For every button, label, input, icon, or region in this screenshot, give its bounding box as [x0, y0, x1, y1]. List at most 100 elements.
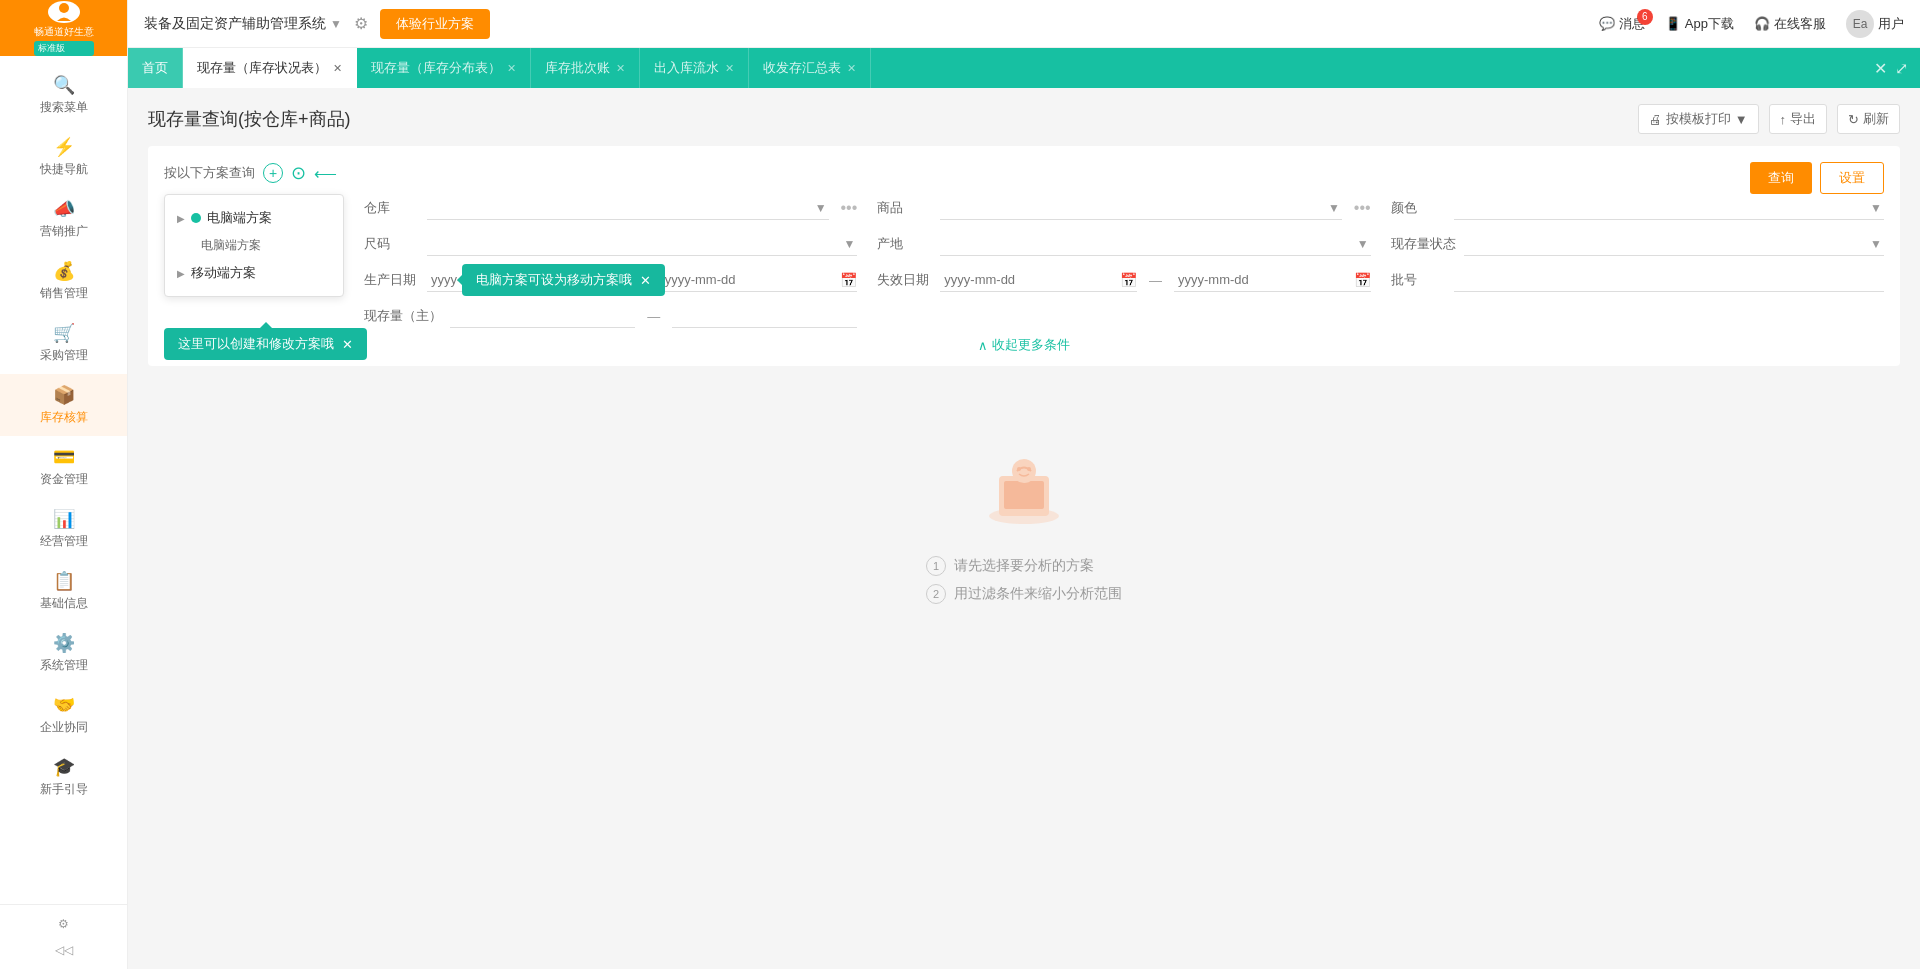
online-support-btn[interactable]: 🎧 在线客服 [1754, 15, 1826, 33]
empty-step-1: 1 请先选择要分析的方案 [926, 556, 1122, 576]
empty-step-2: 2 用过滤条件来缩小分析范围 [926, 584, 1122, 604]
produce-date-end-input[interactable] [661, 268, 841, 291]
page-header: 现存量查询(按仓库+商品) 🖨 按模板打印 ▼ ↑ 导出 ↻ 刷新 [148, 104, 1900, 134]
expire-date-start-input[interactable] [940, 268, 1120, 291]
filter-top-btns: 查询 设置 [1750, 162, 1884, 194]
cart-icon: 🛒 [53, 322, 75, 344]
tab-inout-flow[interactable]: 出入库流水 ✕ [640, 48, 749, 88]
goods-select[interactable] [940, 196, 1342, 219]
tab-close-icon-5[interactable]: ✕ [847, 62, 856, 75]
calendar-icon-4[interactable]: 📅 [1354, 272, 1371, 288]
tab-close-icon-4[interactable]: ✕ [725, 62, 734, 75]
lightning-icon: ⚡ [53, 136, 75, 158]
calendar-icon-2[interactable]: 📅 [840, 272, 857, 288]
warehouse-dots-icon[interactable]: ••• [841, 199, 858, 217]
message-btn[interactable]: 💬 消息 6 [1599, 15, 1645, 33]
batch-input[interactable] [1454, 268, 1884, 292]
page-header-actions: 🖨 按模板打印 ▼ ↑ 导出 ↻ 刷新 [1638, 104, 1900, 134]
sidebar-settings-btn[interactable]: ⚙ [58, 917, 69, 931]
add-scheme-btn[interactable]: + [263, 163, 283, 183]
sidebar-item-operation[interactable]: 📊 经营管理 [0, 498, 127, 560]
scheme-mobile[interactable]: ▶ 移动端方案 [165, 258, 343, 288]
sidebar-item-system[interactable]: ⚙️ 系统管理 [0, 622, 127, 684]
goods-select-wrapper[interactable]: ▼ [940, 196, 1342, 220]
money-icon: 💰 [53, 260, 75, 282]
collapse-btn[interactable]: ∧ 收起更多条件 [164, 328, 1884, 358]
origin-label: 产地 [877, 235, 932, 253]
goods-dots-icon[interactable]: ••• [1354, 199, 1371, 217]
tab-close-icon-3[interactable]: ✕ [616, 62, 625, 75]
produce-date-end-wrapper[interactable]: 📅 [661, 268, 858, 292]
sidebar-collapse-btn[interactable]: ◁◁ [55, 943, 73, 957]
page-title: 现存量查询(按仓库+商品) [148, 107, 351, 131]
sidebar-item-search[interactable]: 🔍 搜索菜单 [0, 64, 127, 126]
stock-qty-max-input[interactable] [672, 304, 857, 328]
sidebar-item-basic[interactable]: 📋 基础信息 [0, 560, 127, 622]
tab-receive-summary[interactable]: 收发存汇总表 ✕ [749, 48, 871, 88]
filter-stock-status: 现存量状态 ▼ [1391, 232, 1884, 256]
warehouse-select-wrapper[interactable]: ▼ [427, 196, 829, 220]
tab-inventory-status[interactable]: 现存量（库存状况表） ✕ [183, 48, 357, 88]
refresh-btn[interactable]: ↻ 刷新 [1837, 104, 1900, 134]
color-label: 颜色 [1391, 199, 1446, 217]
color-select[interactable] [1454, 196, 1884, 219]
size-select-wrapper[interactable]: ▼ [427, 232, 857, 256]
expire-date-end-input[interactable] [1174, 268, 1354, 291]
system-title-select[interactable]: 装备及固定资产辅助管理系统 ▼ [144, 15, 342, 33]
filter-goods: 商品 ▼ ••• [877, 196, 1370, 220]
sidebar-item-inventory[interactable]: 📦 库存核算 [0, 374, 127, 436]
tab-close-icon-2[interactable]: ✕ [507, 62, 516, 75]
svg-point-0 [59, 3, 69, 13]
create-tooltip-close[interactable]: ✕ [342, 337, 353, 352]
calendar-icon-3[interactable]: 📅 [1120, 272, 1137, 288]
tab-expand-icon[interactable]: ⤢ [1895, 59, 1908, 78]
svg-point-6 [1027, 467, 1031, 471]
edit-scheme-btn[interactable]: ⊙ [291, 162, 306, 184]
tab-batch-account[interactable]: 库存批次账 ✕ [531, 48, 640, 88]
scheme-arrow-btn[interactable]: ⟵ [314, 164, 337, 183]
origin-select[interactable] [940, 232, 1370, 255]
sidebar-nav: 🔍 搜索菜单 ⚡ 快捷导航 📣 营销推广 💰 销售管理 🛒 采购管理 📦 库存核… [0, 56, 127, 904]
settings-gear-icon[interactable]: ⚙ [354, 14, 368, 33]
filter-warehouse: 仓库 ▼ ••• [364, 196, 857, 220]
expire-date-end-wrapper[interactable]: 📅 [1174, 268, 1371, 292]
warehouse-select[interactable] [427, 196, 829, 219]
origin-select-wrapper[interactable]: ▼ [940, 232, 1370, 256]
sidebar-item-finance[interactable]: 💳 资金管理 [0, 436, 127, 498]
refresh-icon: ↻ [1848, 112, 1859, 127]
sidebar-item-collab[interactable]: 🤝 企业协同 [0, 684, 127, 746]
app-download-btn[interactable]: 📱 App下载 [1665, 15, 1734, 33]
print-btn[interactable]: 🖨 按模板打印 ▼ [1638, 104, 1759, 134]
guide-icon: 🎓 [53, 756, 75, 778]
user-menu[interactable]: Ea 用户 [1846, 10, 1904, 38]
stock-qty-min-input[interactable] [450, 304, 635, 328]
sidebar-item-marketing[interactable]: 📣 营销推广 [0, 188, 127, 250]
reset-btn[interactable]: 设置 [1820, 162, 1884, 194]
date-dash-2: — [1149, 273, 1162, 288]
tab-inventory-distribution[interactable]: 现存量（库存分布表） ✕ [357, 48, 531, 88]
sidebar-item-guide[interactable]: 🎓 新手引导 [0, 746, 127, 808]
size-select[interactable] [427, 232, 857, 255]
sidebar-item-sales[interactable]: 💰 销售管理 [0, 250, 127, 312]
tab-close-all-icon[interactable]: ✕ [1874, 59, 1887, 78]
color-select-wrapper[interactable]: ▼ [1454, 196, 1884, 220]
sidebar-item-nav[interactable]: ⚡ 快捷导航 [0, 126, 127, 188]
sidebar-item-purchase[interactable]: 🛒 采购管理 [0, 312, 127, 374]
clipboard-icon: 📋 [53, 570, 75, 592]
tabbar: 首页 现存量（库存状况表） ✕ 现存量（库存分布表） ✕ 库存批次账 ✕ 出入库… [128, 48, 1920, 88]
pc-scheme-sub: 电脑端方案 [165, 233, 343, 258]
expire-date-start-wrapper[interactable]: 📅 [940, 268, 1137, 292]
tab-home[interactable]: 首页 [128, 48, 183, 88]
message-badge: 6 [1637, 9, 1653, 25]
stock-status-select[interactable] [1464, 232, 1884, 255]
industry-plan-btn[interactable]: 体验行业方案 [380, 9, 490, 39]
filter-color: 颜色 ▼ [1391, 196, 1884, 220]
phone-icon: 📱 [1665, 16, 1681, 31]
triangle-icon-mobile: ▶ [177, 268, 185, 279]
query-btn[interactable]: 查询 [1750, 162, 1812, 194]
scheme-tooltip-close[interactable]: ✕ [640, 273, 651, 288]
scheme-pc[interactable]: ▶ 电脑端方案 [165, 203, 343, 233]
export-btn[interactable]: ↑ 导出 [1769, 104, 1828, 134]
tab-close-icon[interactable]: ✕ [333, 62, 342, 75]
stock-status-select-wrapper[interactable]: ▼ [1464, 232, 1884, 256]
